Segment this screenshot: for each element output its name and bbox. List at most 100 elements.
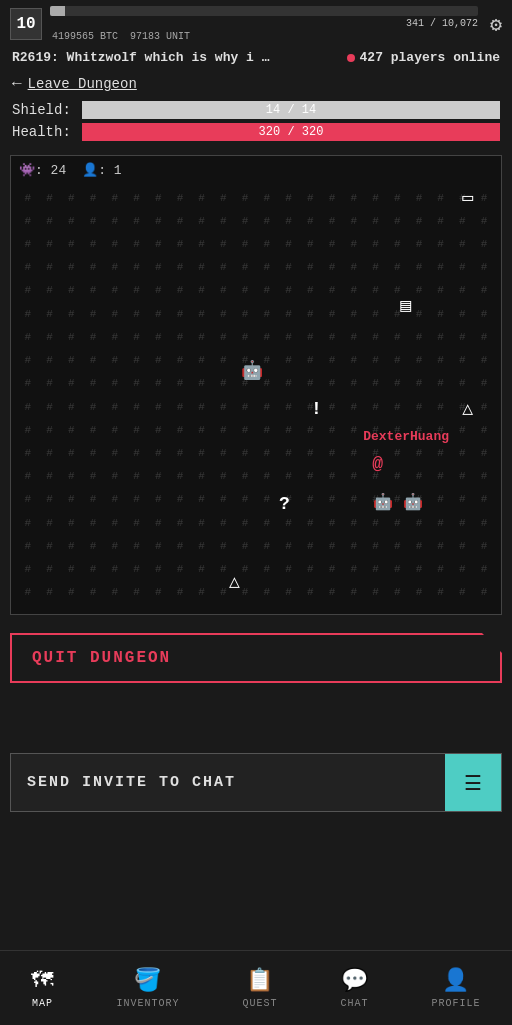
hash-cell: # bbox=[452, 372, 474, 395]
hash-cell: # bbox=[39, 511, 61, 534]
hash-cell: # bbox=[234, 418, 256, 441]
hash-cell: # bbox=[365, 232, 387, 255]
hash-cell: # bbox=[386, 232, 408, 255]
enemy-sprite: 🤖 bbox=[241, 359, 263, 381]
hash-cell: # bbox=[169, 581, 191, 604]
hash-cell: # bbox=[60, 511, 82, 534]
hash-cell: # bbox=[343, 372, 365, 395]
hash-cell: # bbox=[104, 209, 126, 232]
leave-dungeon-link[interactable]: Leave Dungeon bbox=[28, 76, 137, 92]
hash-cell: # bbox=[430, 349, 452, 372]
hash-cell: # bbox=[299, 465, 321, 488]
hash-cell: # bbox=[408, 465, 430, 488]
hash-cell: # bbox=[256, 511, 278, 534]
xp-bar-inner bbox=[50, 6, 65, 16]
hash-cell: # bbox=[234, 465, 256, 488]
hash-cell: # bbox=[234, 302, 256, 325]
hash-cell: # bbox=[126, 534, 148, 557]
hash-cell: # bbox=[126, 256, 148, 279]
triangle-sprite-1: △ bbox=[462, 397, 473, 419]
hash-cell: # bbox=[169, 256, 191, 279]
hash-cell: # bbox=[191, 534, 213, 557]
hash-cell: # bbox=[147, 232, 169, 255]
hash-cell: # bbox=[82, 418, 104, 441]
hash-cell: # bbox=[39, 534, 61, 557]
hash-cell: # bbox=[321, 581, 343, 604]
hamburger-icon: ☰ bbox=[464, 771, 482, 795]
health-label: Health: bbox=[12, 124, 72, 140]
hash-cell: # bbox=[430, 534, 452, 557]
hash-cell: # bbox=[386, 372, 408, 395]
hash-cell: # bbox=[169, 488, 191, 511]
hash-cell: # bbox=[39, 372, 61, 395]
hash-cell: # bbox=[17, 418, 39, 441]
hash-grid: ########################################… bbox=[11, 184, 501, 606]
hash-cell: # bbox=[17, 256, 39, 279]
hash-cell: # bbox=[452, 325, 474, 348]
player-count: 👤: 1 bbox=[82, 162, 121, 178]
hash-cell: # bbox=[82, 349, 104, 372]
hash-cell: # bbox=[17, 302, 39, 325]
send-invite-menu-button[interactable]: ☰ bbox=[445, 754, 501, 811]
hash-cell: # bbox=[60, 395, 82, 418]
hash-cell: # bbox=[321, 488, 343, 511]
leave-dungeon-row[interactable]: ← Leave Dungeon bbox=[0, 69, 512, 99]
hash-cell: # bbox=[278, 418, 300, 441]
hash-cell: # bbox=[169, 372, 191, 395]
settings-icon[interactable]: ⚙ bbox=[490, 12, 502, 37]
hash-cell: # bbox=[126, 488, 148, 511]
hash-cell: # bbox=[278, 581, 300, 604]
hash-cell: # bbox=[452, 534, 474, 557]
hash-cell: # bbox=[191, 186, 213, 209]
hash-cell: # bbox=[256, 581, 278, 604]
hash-cell: # bbox=[386, 465, 408, 488]
hash-cell: # bbox=[234, 325, 256, 348]
hash-cell: # bbox=[278, 395, 300, 418]
game-grid[interactable]: 👾: 24 👤: 1 #############################… bbox=[10, 155, 502, 615]
hash-cell: # bbox=[321, 232, 343, 255]
hash-cell: # bbox=[126, 209, 148, 232]
hash-cell: # bbox=[234, 256, 256, 279]
hash-cell: # bbox=[278, 349, 300, 372]
hash-cell: # bbox=[299, 232, 321, 255]
hash-cell: # bbox=[17, 581, 39, 604]
quit-dungeon-button[interactable]: QUIT DUNGEON bbox=[10, 633, 502, 683]
hash-cell: # bbox=[104, 325, 126, 348]
nav-profile[interactable]: 👤 PROFILE bbox=[419, 959, 492, 1017]
hash-cell: # bbox=[473, 232, 495, 255]
hash-cell: # bbox=[126, 186, 148, 209]
hash-cell: # bbox=[147, 302, 169, 325]
hash-cell: # bbox=[473, 534, 495, 557]
hash-cell: # bbox=[169, 534, 191, 557]
hash-cell: # bbox=[473, 488, 495, 511]
nav-quest[interactable]: 📋 QUEST bbox=[230, 959, 289, 1017]
hash-cell: # bbox=[39, 349, 61, 372]
hash-cell: # bbox=[256, 256, 278, 279]
hash-cell: # bbox=[60, 441, 82, 464]
hash-cell: # bbox=[321, 256, 343, 279]
hash-cell: # bbox=[256, 465, 278, 488]
currency-row: 4199565 BTC 97183 UNIT bbox=[52, 31, 478, 42]
hash-cell: # bbox=[321, 372, 343, 395]
nav-chat[interactable]: 💬 CHAT bbox=[328, 959, 380, 1017]
nav-inventory[interactable]: 🪣 INVENTORY bbox=[104, 959, 191, 1017]
hash-cell: # bbox=[39, 418, 61, 441]
hash-cell: # bbox=[386, 511, 408, 534]
hash-cell: # bbox=[17, 372, 39, 395]
hash-cell: # bbox=[82, 465, 104, 488]
hash-cell: # bbox=[408, 441, 430, 464]
hash-cell: # bbox=[126, 441, 148, 464]
bottom-nav: 🗺 MAP 🪣 INVENTORY 📋 QUEST 💬 CHAT 👤 PROFI… bbox=[0, 950, 512, 1025]
hash-cell: # bbox=[430, 302, 452, 325]
hash-cell: # bbox=[126, 279, 148, 302]
hash-cell: # bbox=[473, 581, 495, 604]
hash-cell: # bbox=[39, 488, 61, 511]
hash-cell: # bbox=[169, 349, 191, 372]
hash-cell: # bbox=[278, 534, 300, 557]
nav-map[interactable]: 🗺 MAP bbox=[19, 959, 65, 1017]
hash-cell: # bbox=[104, 232, 126, 255]
send-invite-button[interactable]: SEND INVITE TO CHAT bbox=[11, 754, 445, 811]
hash-cell: # bbox=[39, 581, 61, 604]
hash-cell: # bbox=[191, 418, 213, 441]
hash-cell: # bbox=[321, 209, 343, 232]
